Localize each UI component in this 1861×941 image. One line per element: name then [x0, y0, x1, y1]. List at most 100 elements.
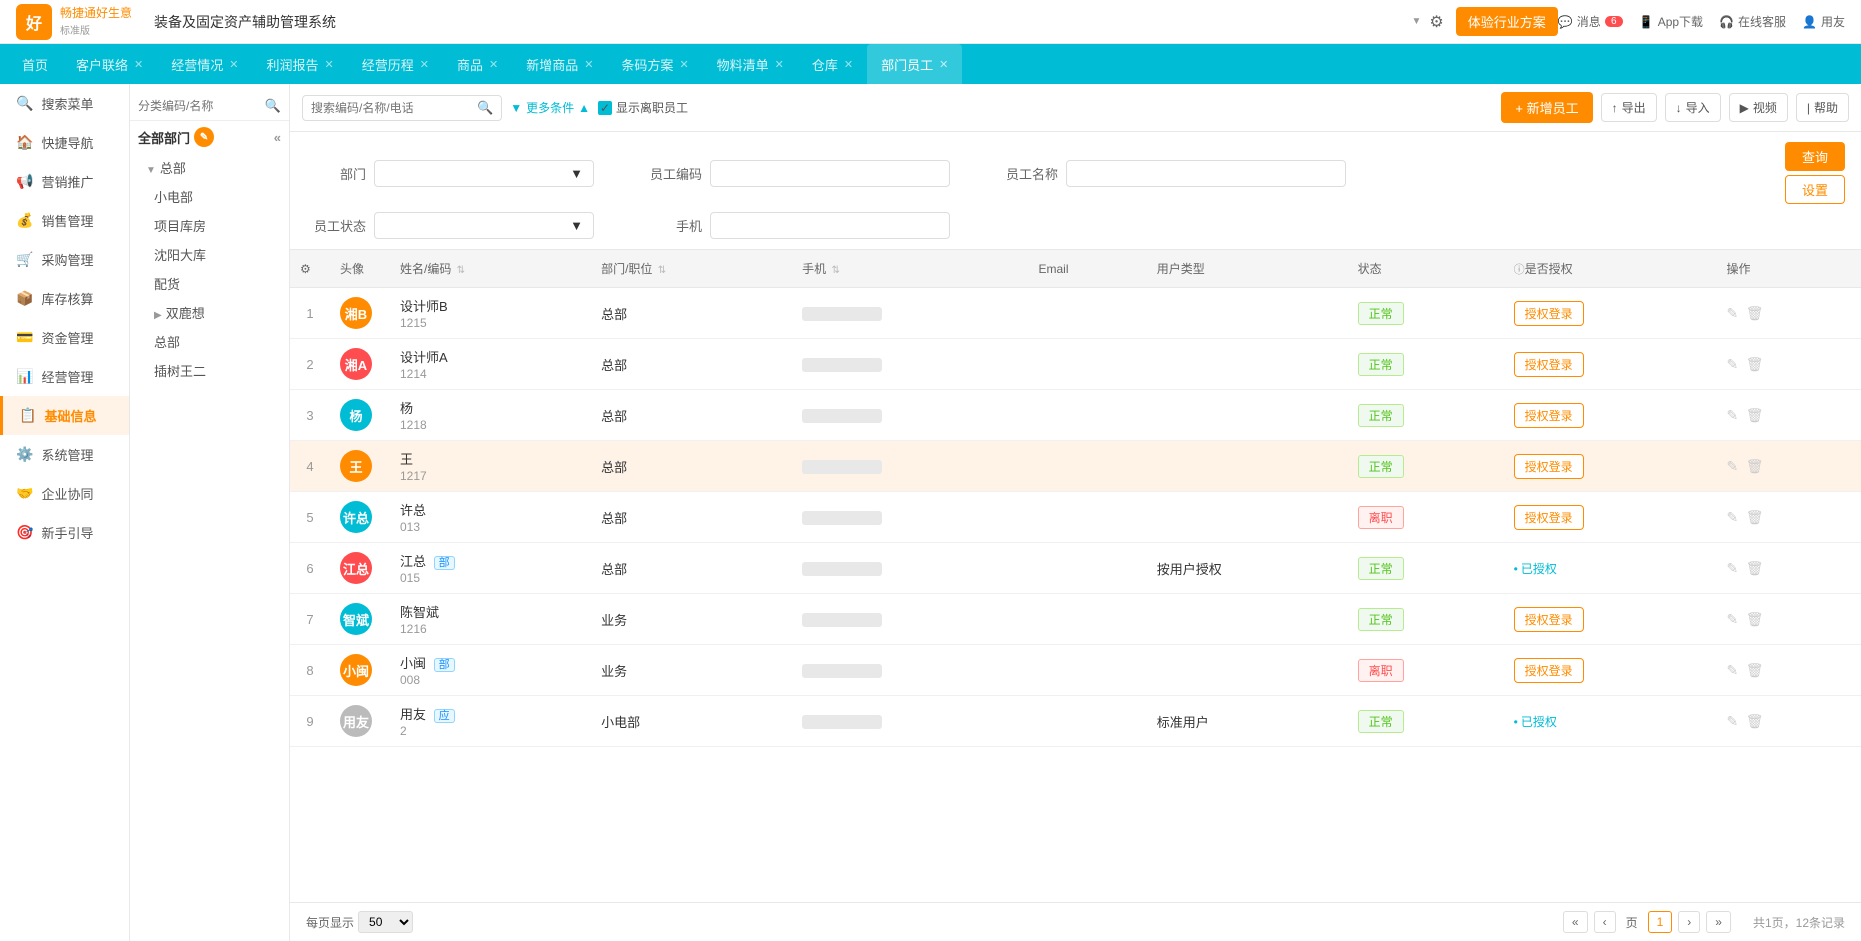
- phone-input[interactable]: [710, 212, 950, 239]
- prev-page-btn[interactable]: ‹: [1594, 911, 1616, 933]
- dept-collapse-btn[interactable]: «: [274, 130, 281, 145]
- close-icon[interactable]: ✕: [939, 58, 948, 71]
- auth-btn[interactable]: 授权登录: [1514, 607, 1584, 632]
- view-btn[interactable]: ▶ 视频: [1729, 93, 1788, 122]
- sidebar-item-collab[interactable]: 🤝 企业协同: [0, 474, 129, 513]
- status-select[interactable]: ▼: [374, 212, 594, 239]
- dept-node-shenyang[interactable]: 沈阳大库: [130, 240, 289, 269]
- tab-new-goods[interactable]: 新增商品 ✕: [512, 44, 607, 84]
- sort-icon[interactable]: ⇅: [831, 265, 839, 276]
- sort-icon[interactable]: ⇅: [457, 265, 465, 276]
- tab-profit[interactable]: 利润报告 ✕: [252, 44, 347, 84]
- code-input[interactable]: [710, 160, 950, 187]
- dept-node-distribution[interactable]: 配货: [130, 269, 289, 298]
- online-service-btn[interactable]: 🎧 在线客服: [1719, 13, 1786, 30]
- delete-btn[interactable]: 🗑: [1746, 713, 1764, 729]
- edit-btn[interactable]: ✎: [1726, 458, 1738, 474]
- edit-btn[interactable]: ✎: [1726, 407, 1738, 423]
- system-title-arrow[interactable]: ▼: [1412, 16, 1422, 27]
- sidebar-item-nav[interactable]: 🏠 快捷导航: [0, 123, 129, 162]
- tab-bom[interactable]: 物料清单 ✕: [703, 44, 798, 84]
- next-page-btn[interactable]: ›: [1678, 911, 1700, 933]
- show-resigned-checkbox[interactable]: ✓: [598, 101, 612, 115]
- settings-btn[interactable]: 设置: [1785, 175, 1845, 204]
- close-icon[interactable]: ✕: [844, 58, 853, 71]
- tab-warehouse[interactable]: 仓库 ✕: [798, 44, 867, 84]
- auth-btn[interactable]: 授权登录: [1514, 505, 1584, 530]
- edit-btn[interactable]: ✎: [1726, 713, 1738, 729]
- edit-btn[interactable]: ✎: [1726, 509, 1738, 525]
- tab-department[interactable]: 部门员工 ✕: [867, 44, 962, 84]
- help-btn[interactable]: | 帮助: [1796, 93, 1849, 122]
- sidebar-item-finance[interactable]: 💳 资金管理: [0, 318, 129, 357]
- dept-node-hq[interactable]: 总部: [130, 327, 289, 356]
- close-icon[interactable]: ✕: [420, 58, 429, 71]
- tab-operation[interactable]: 经营情况 ✕: [157, 44, 252, 84]
- delete-btn[interactable]: 🗑: [1746, 509, 1764, 525]
- edit-btn[interactable]: ✎: [1726, 662, 1738, 678]
- dept-node-double[interactable]: ▶双鹿想: [130, 298, 289, 327]
- edit-btn[interactable]: ✎: [1726, 356, 1738, 372]
- settings-icon[interactable]: ⚙: [300, 262, 311, 276]
- tab-customer[interactable]: 客户联络 ✕: [62, 44, 157, 84]
- dept-node-general[interactable]: ▼总部: [130, 153, 289, 182]
- edit-btn[interactable]: ✎: [1726, 560, 1738, 576]
- sidebar-item-basic[interactable]: 📋 基础信息: [0, 396, 129, 435]
- sort-icon[interactable]: ⇅: [658, 265, 666, 276]
- sidebar-item-search[interactable]: 🔍 搜索菜单: [0, 84, 129, 123]
- auth-btn[interactable]: 授权登录: [1514, 352, 1584, 377]
- delete-btn[interactable]: 🗑: [1746, 356, 1764, 372]
- close-icon[interactable]: ✕: [325, 58, 334, 71]
- sidebar-item-guide[interactable]: 🎯 新手引导: [0, 513, 129, 552]
- last-page-btn[interactable]: »: [1706, 911, 1731, 933]
- auth-btn[interactable]: 授权登录: [1514, 301, 1584, 326]
- dept-select[interactable]: ▼: [374, 160, 594, 187]
- delete-btn[interactable]: 🗑: [1746, 560, 1764, 576]
- close-icon[interactable]: ✕: [679, 58, 688, 71]
- name-input[interactable]: [1066, 160, 1346, 187]
- close-icon[interactable]: ✕: [229, 58, 238, 71]
- experience-btn[interactable]: 体验行业方案: [1456, 7, 1558, 36]
- app-download-btn[interactable]: 📱 App下载: [1639, 13, 1703, 30]
- delete-btn[interactable]: 🗑: [1746, 611, 1764, 627]
- message-btn[interactable]: 💬 消息 6: [1558, 13, 1623, 30]
- tab-barcode[interactable]: 条码方案 ✕: [607, 44, 702, 84]
- dept-search-input[interactable]: [138, 99, 265, 113]
- sidebar-item-inventory[interactable]: 📦 库存核算: [0, 279, 129, 318]
- sidebar-item-purchase[interactable]: 🛒 采购管理: [0, 240, 129, 279]
- edit-btn[interactable]: ✎: [1726, 611, 1738, 627]
- user-btn[interactable]: 👤 用友: [1802, 13, 1845, 30]
- search-input[interactable]: [311, 101, 471, 115]
- page-size-select[interactable]: 50 100: [358, 911, 413, 933]
- dept-node-tree[interactable]: 插树王二: [130, 356, 289, 385]
- edit-btn[interactable]: ✎: [1726, 305, 1738, 321]
- auth-btn[interactable]: 授权登录: [1514, 403, 1584, 428]
- first-page-btn[interactable]: «: [1563, 911, 1588, 933]
- close-icon[interactable]: ✕: [489, 58, 498, 71]
- close-icon[interactable]: ✕: [134, 58, 143, 71]
- import-btn[interactable]: ↓ 导入: [1665, 93, 1721, 122]
- tab-home[interactable]: 首页: [8, 44, 62, 84]
- settings-icon[interactable]: ⚙: [1429, 12, 1443, 32]
- add-employee-btn[interactable]: + 新增员工: [1501, 92, 1592, 123]
- dept-edit-icon[interactable]: ✎: [194, 127, 214, 147]
- sidebar-item-system[interactable]: ⚙️ 系统管理: [0, 435, 129, 474]
- delete-btn[interactable]: 🗑: [1746, 662, 1764, 678]
- delete-btn[interactable]: 🗑: [1746, 407, 1764, 423]
- tab-goods[interactable]: 商品 ✕: [443, 44, 512, 84]
- sidebar-item-marketing[interactable]: 📢 营销推广: [0, 162, 129, 201]
- tab-history[interactable]: 经营历程 ✕: [348, 44, 443, 84]
- close-icon[interactable]: ✕: [584, 58, 593, 71]
- close-icon[interactable]: ✕: [775, 58, 784, 71]
- more-conditions-btn[interactable]: ▼ 更多条件 ▲: [510, 99, 590, 116]
- dept-node-small-elec[interactable]: 小电部: [130, 182, 289, 211]
- sidebar-item-sales[interactable]: 💰 销售管理: [0, 201, 129, 240]
- auth-btn[interactable]: 授权登录: [1514, 454, 1584, 479]
- auth-btn[interactable]: 授权登录: [1514, 658, 1584, 683]
- sidebar-item-business[interactable]: 📊 经营管理: [0, 357, 129, 396]
- delete-btn[interactable]: 🗑: [1746, 458, 1764, 474]
- dept-node-project[interactable]: 项目库房: [130, 211, 289, 240]
- query-btn[interactable]: 查询: [1785, 142, 1845, 171]
- delete-btn[interactable]: 🗑: [1746, 305, 1764, 321]
- export-btn[interactable]: ↑ 导出: [1601, 93, 1657, 122]
